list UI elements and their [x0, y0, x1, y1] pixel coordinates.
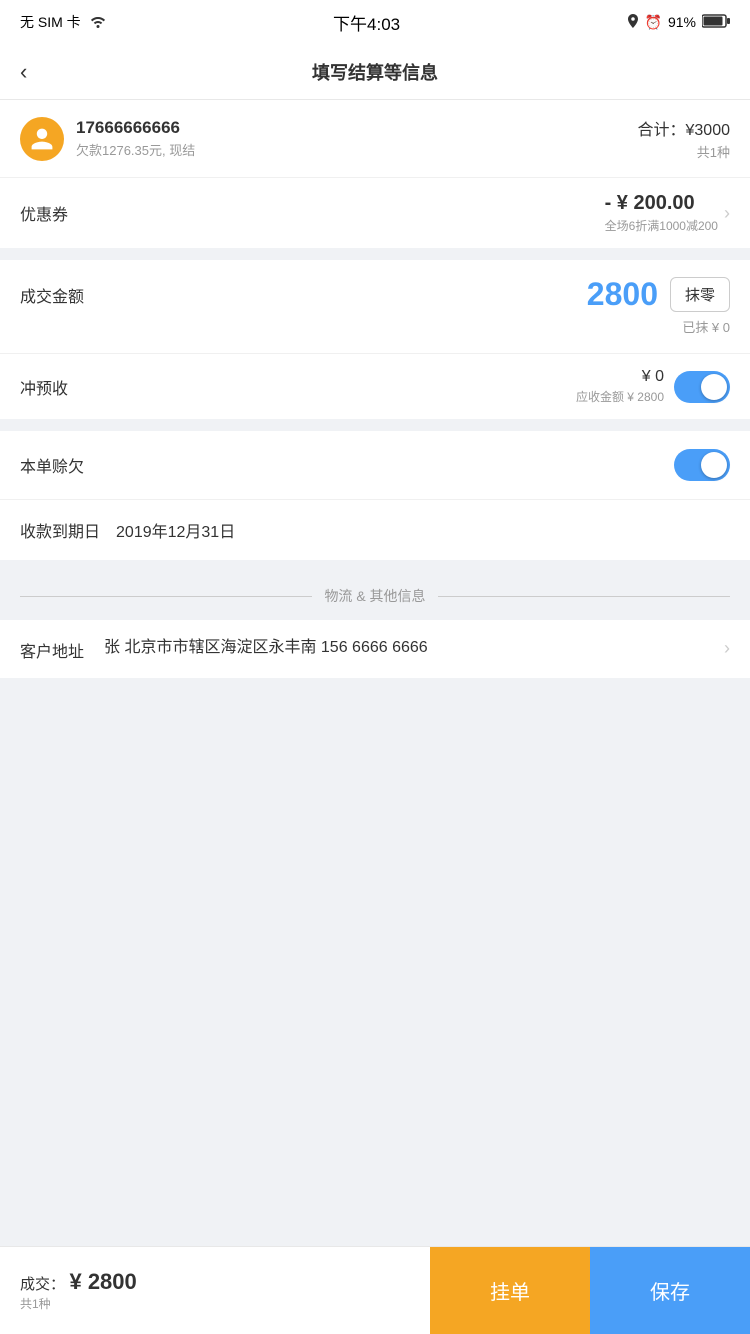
debt-section: 本单赊欠	[0, 431, 750, 499]
status-time: 下午4:03	[333, 10, 400, 35]
debt-label: 本单赊欠	[20, 453, 84, 477]
prepay-sub: 应收金额 ¥ 2800	[576, 388, 664, 405]
prepay-row: 冲预收 ¥ 0 应收金额 ¥ 2800	[20, 368, 730, 405]
status-bar: 无 SIM 卡 下午4:03 ⏰ 91%	[0, 0, 750, 44]
deal-row: 成交： ¥ 2800	[20, 1269, 410, 1295]
no-sim-text: 无 SIM 卡	[20, 12, 81, 32]
hang-button[interactable]: 挂单	[430, 1247, 590, 1334]
prepay-amounts: ¥ 0 应收金额 ¥ 2800	[576, 368, 664, 405]
address-chevron-icon: ›	[724, 638, 730, 659]
transaction-row: 成交金额 2800 抹零	[20, 276, 730, 313]
battery-text: 91%	[668, 14, 696, 30]
customer-row: 17666666666 欠款1276.35元, 现结 合计：¥3000 共1种	[20, 116, 730, 161]
logistics-text: 物流 & 其他信息	[324, 586, 425, 606]
bottom-spacer	[0, 678, 750, 728]
section-divider-3	[0, 560, 750, 572]
deal-count: 共1种	[20, 1295, 410, 1312]
customer-phone: 17666666666	[76, 118, 195, 138]
status-left: 无 SIM 卡	[20, 12, 107, 32]
customer-left: 17666666666 欠款1276.35元, 现结	[20, 117, 195, 161]
section-divider-2	[0, 419, 750, 431]
alarm-icon: ⏰	[645, 14, 662, 31]
logistics-divider: 物流 & 其他信息	[0, 572, 750, 620]
coupon-chevron-icon: ›	[724, 203, 730, 224]
item-count: 共1种	[638, 142, 731, 161]
customer-info: 17666666666 欠款1276.35元, 现结	[76, 118, 195, 159]
avatar	[20, 117, 64, 161]
content: 17666666666 欠款1276.35元, 现结 合计：¥3000 共1种 …	[0, 100, 750, 828]
nav-bar: ‹ 填写结算等信息	[0, 44, 750, 100]
save-button[interactable]: 保存	[590, 1247, 750, 1334]
coupon-label: 优惠券	[20, 201, 68, 225]
already-zeroed-text: 已抹 ¥ 0	[682, 320, 730, 335]
customer-total: 合计：¥3000 共1种	[638, 116, 731, 161]
transaction-label: 成交金额	[20, 283, 84, 307]
deal-label: 成交：	[20, 1276, 65, 1293]
coupon-desc: 全场6折满1000减200	[605, 217, 718, 234]
deal-amount: ¥ 2800	[69, 1269, 136, 1294]
due-label: 收款到期日	[20, 518, 100, 542]
coupon-row[interactable]: 优惠券 - ¥ 200.00 全场6折满1000减200 ›	[0, 178, 750, 248]
location-icon	[627, 14, 639, 31]
prepay-label: 冲预收	[20, 375, 68, 399]
section-divider-1	[0, 248, 750, 260]
status-right: ⏰ 91%	[627, 14, 730, 31]
address-value: 张 北京市市辖区海淀区永丰南 156 6666 6666	[104, 636, 716, 660]
round-button[interactable]: 抹零	[670, 277, 730, 312]
logistics-line-right	[438, 596, 730, 597]
bottom-bar: 成交： ¥ 2800 共1种 挂单 保存	[0, 1246, 750, 1334]
address-label: 客户地址	[20, 636, 84, 662]
transaction-amount: 2800	[587, 276, 658, 313]
customer-sub: 欠款1276.35元, 现结	[76, 140, 195, 159]
total-amount: 合计：¥3000	[638, 116, 731, 140]
back-button[interactable]: ‹	[20, 59, 27, 85]
transaction-section: 成交金额 2800 抹零 已抹 ¥ 0	[0, 260, 750, 353]
coupon-right: - ¥ 200.00 全场6折满1000减200 ›	[605, 192, 730, 234]
transaction-right: 2800 抹零	[587, 276, 730, 313]
prepay-toggle[interactable]	[674, 371, 730, 403]
prepay-section: 冲预收 ¥ 0 应收金额 ¥ 2800	[0, 353, 750, 419]
logistics-line-left	[20, 596, 312, 597]
battery-icon	[702, 14, 730, 31]
prepay-right: ¥ 0 应收金额 ¥ 2800	[576, 368, 730, 405]
due-date-section: 收款到期日 2019年12月31日	[0, 499, 750, 560]
bottom-summary: 成交： ¥ 2800 共1种	[0, 1269, 430, 1312]
due-value: 2019年12月31日	[116, 518, 235, 542]
prepay-amount: ¥ 0	[576, 368, 664, 386]
address-section[interactable]: 客户地址 张 北京市市辖区海淀区永丰南 156 6666 6666 ›	[0, 620, 750, 678]
debt-row: 本单赊欠	[20, 449, 730, 481]
nav-title: 填写结算等信息	[312, 59, 438, 85]
debt-toggle[interactable]	[674, 449, 730, 481]
customer-section: 17666666666 欠款1276.35元, 现结 合计：¥3000 共1种	[0, 100, 750, 177]
wifi-icon	[89, 14, 107, 31]
coupon-amount: - ¥ 200.00	[605, 192, 718, 215]
due-row: 收款到期日 2019年12月31日	[20, 518, 730, 542]
